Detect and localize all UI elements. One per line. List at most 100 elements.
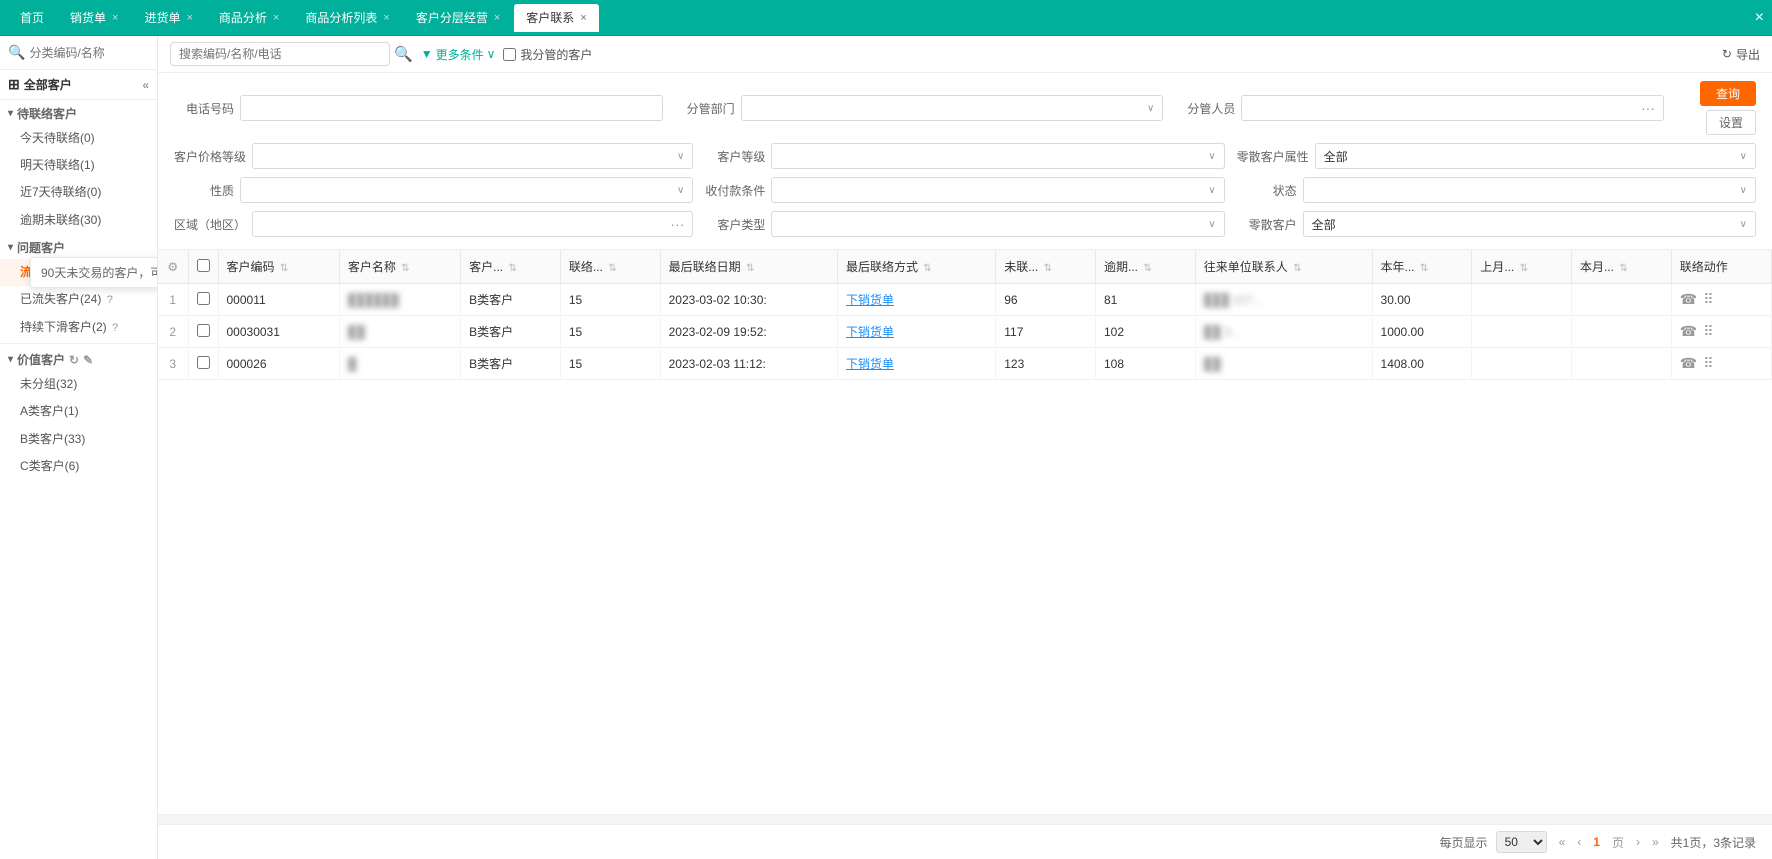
th-contact-person[interactable]: 往来单位联系人 ⇅: [1195, 250, 1372, 284]
sidebar-collapse-btn[interactable]: «: [142, 78, 149, 92]
select-all-checkbox[interactable]: [197, 259, 210, 272]
sidebar-root[interactable]: ⊞ 全部客户 «: [0, 70, 157, 100]
sidebar-item-week[interactable]: 近7天待联络(0): [0, 179, 157, 206]
sidebar-item-churned[interactable]: 已流失客户(24) ?: [0, 286, 157, 314]
customer-type-select[interactable]: ∨: [771, 211, 1224, 237]
sidebar-section-problem[interactable]: ▾ 问题客户: [0, 234, 157, 259]
customer-type-label: 客户类型: [705, 216, 765, 233]
dept-select[interactable]: ∨: [741, 95, 1164, 121]
tab-home[interactable]: 首页: [8, 4, 56, 32]
td-checkbox-1[interactable]: [188, 316, 218, 348]
sidebar-section-value[interactable]: ▾ 价值客户 ↻ ✎: [0, 346, 157, 371]
export-btn[interactable]: ↻ 导出: [1722, 46, 1760, 63]
sidebar-section-pending[interactable]: ▾ 待联络客户: [0, 100, 157, 125]
th-level[interactable]: 客户... ⇅: [461, 250, 561, 284]
td-overdue-0: 81: [1095, 284, 1195, 316]
sidebar-search-icon: 🔍: [8, 44, 25, 61]
tab-purchase[interactable]: 进货单 ×: [132, 4, 204, 32]
td-contact-person-1: ██ 3...: [1195, 316, 1372, 348]
action-phone-icon-0[interactable]: ☎: [1680, 291, 1697, 308]
sidebar-item-ungroup[interactable]: 未分组(32): [0, 371, 157, 398]
action-phone-icon-2[interactable]: ☎: [1680, 355, 1697, 372]
my-customer-checkbox-label[interactable]: 我分管的客户: [503, 46, 592, 63]
price-level-select[interactable]: ∨: [252, 143, 693, 169]
filter-zero-customer: 零散客户 全部 ∨: [1237, 211, 1756, 237]
sidebar-item-class-b[interactable]: B类客户(33): [0, 426, 157, 453]
td-last-date-2: 2023-02-03 11:12:: [660, 348, 837, 380]
action-phone-icon-1[interactable]: ☎: [1680, 323, 1697, 340]
payment-select[interactable]: ∨: [771, 177, 1224, 203]
td-checkbox-0[interactable]: [188, 284, 218, 316]
th-this-month[interactable]: 本月... ⇅: [1572, 250, 1672, 284]
page-size-select[interactable]: 50 100 200: [1496, 831, 1547, 853]
action-more-icon-0[interactable]: ⠿: [1703, 291, 1713, 308]
first-page-btn[interactable]: «: [1555, 833, 1570, 851]
person-select[interactable]: ···: [1241, 95, 1664, 121]
th-last-method[interactable]: 最后联络方式 ⇅: [837, 250, 995, 284]
person-more-icon[interactable]: ···: [1641, 100, 1655, 116]
phone-input[interactable]: [240, 95, 663, 121]
action-more-icon-2[interactable]: ⠿: [1703, 355, 1713, 372]
tab-goods-list[interactable]: 商品分析列表 ×: [293, 4, 401, 32]
prev-page-btn[interactable]: ‹: [1573, 833, 1585, 851]
sidebar-item-tomorrow[interactable]: 明天待联络(1): [0, 152, 157, 179]
settings-button[interactable]: 设置: [1706, 110, 1756, 135]
tab-sales-close[interactable]: ×: [112, 12, 118, 24]
sidebar-search-input[interactable]: [29, 46, 149, 60]
search-input[interactable]: [170, 42, 390, 66]
td-last-method-2[interactable]: 下销货单: [837, 348, 995, 380]
td-checkbox-2[interactable]: [188, 348, 218, 380]
tab-goods-analysis[interactable]: 商品分析 ×: [207, 4, 291, 32]
nature-select[interactable]: ∨: [240, 177, 693, 203]
status-select[interactable]: ∨: [1303, 177, 1756, 203]
table-row: 1 000011 ██████ B类客户 15 2023-03-02 10:30…: [158, 284, 1772, 316]
window-close-icon[interactable]: ×: [1755, 9, 1764, 27]
td-last-method-1[interactable]: 下销货单: [837, 316, 995, 348]
next-page-btn[interactable]: ›: [1632, 833, 1644, 851]
th-checkbox[interactable]: [188, 250, 218, 284]
last-page-btn[interactable]: »: [1648, 833, 1663, 851]
filter-person: 分管人员 ···: [1175, 95, 1664, 121]
region-select[interactable]: ···: [252, 211, 693, 237]
tab-goods-analysis-close[interactable]: ×: [273, 12, 279, 24]
sidebar-item-class-a[interactable]: A类客户(1): [0, 398, 157, 425]
td-this-month-2: [1572, 348, 1672, 380]
th-code[interactable]: 客户编码 ⇅: [218, 250, 339, 284]
scrollbar-area[interactable]: [158, 814, 1772, 824]
customer-level-select[interactable]: ∨: [771, 143, 1224, 169]
th-settings[interactable]: ⚙: [158, 250, 188, 284]
sidebar-item-class-c[interactable]: C类客户(6): [0, 453, 157, 480]
value-edit-icon[interactable]: ✎: [83, 353, 93, 367]
zero-customer-select[interactable]: 全部 ∨: [1303, 211, 1756, 237]
query-button[interactable]: 查询: [1700, 81, 1756, 106]
sidebar-item-today[interactable]: 今天待联络(0): [0, 125, 157, 152]
my-customer-checkbox[interactable]: [503, 48, 516, 61]
tab-customer-tier[interactable]: 客户分层经营 ×: [404, 4, 512, 32]
search-button[interactable]: 🔍: [394, 45, 413, 63]
tab-goods-list-close[interactable]: ×: [383, 12, 389, 24]
th-unlinking[interactable]: 未联... ⇅: [996, 250, 1096, 284]
th-last-month[interactable]: 上月... ⇅: [1472, 250, 1572, 284]
sidebar-item-declining[interactable]: 持续下滑客户(2) ?: [0, 314, 157, 342]
th-name[interactable]: 客户名称 ⇅: [339, 250, 460, 284]
action-more-icon-1[interactable]: ⠿: [1703, 323, 1713, 340]
tab-customer-contact[interactable]: 客户联系 ×: [514, 4, 598, 32]
table-body: 1 000011 ██████ B类客户 15 2023-03-02 10:30…: [158, 284, 1772, 380]
th-overdue[interactable]: 逾期... ⇅: [1095, 250, 1195, 284]
td-last-method-0[interactable]: 下销货单: [837, 284, 995, 316]
th-this-year[interactable]: 本年... ⇅: [1372, 250, 1472, 284]
tab-customer-tier-close[interactable]: ×: [494, 12, 500, 24]
zero-attr-select[interactable]: 全部 ∨: [1315, 143, 1756, 169]
tab-customer-contact-close[interactable]: ×: [580, 12, 586, 24]
value-refresh-icon[interactable]: ↻: [69, 353, 79, 367]
status-chevron-icon: ∨: [1740, 185, 1747, 196]
churn-warning-wrapper: 流失预警客户(3) ● 90天未交易的客户，可能有流失风险。: [0, 259, 157, 286]
tab-sales[interactable]: 销货单 ×: [58, 4, 130, 32]
zero-customer-chevron-icon: ∨: [1740, 219, 1747, 230]
sidebar-item-overdue[interactable]: 逾期未联络(30): [0, 207, 157, 234]
th-contact[interactable]: 联络... ⇅: [560, 250, 660, 284]
region-more-icon[interactable]: ···: [670, 216, 684, 232]
more-conditions-btn[interactable]: ▼ 更多条件 ∨: [421, 46, 496, 63]
th-last-date[interactable]: 最后联络日期 ⇅: [660, 250, 837, 284]
tab-purchase-close[interactable]: ×: [186, 12, 192, 24]
